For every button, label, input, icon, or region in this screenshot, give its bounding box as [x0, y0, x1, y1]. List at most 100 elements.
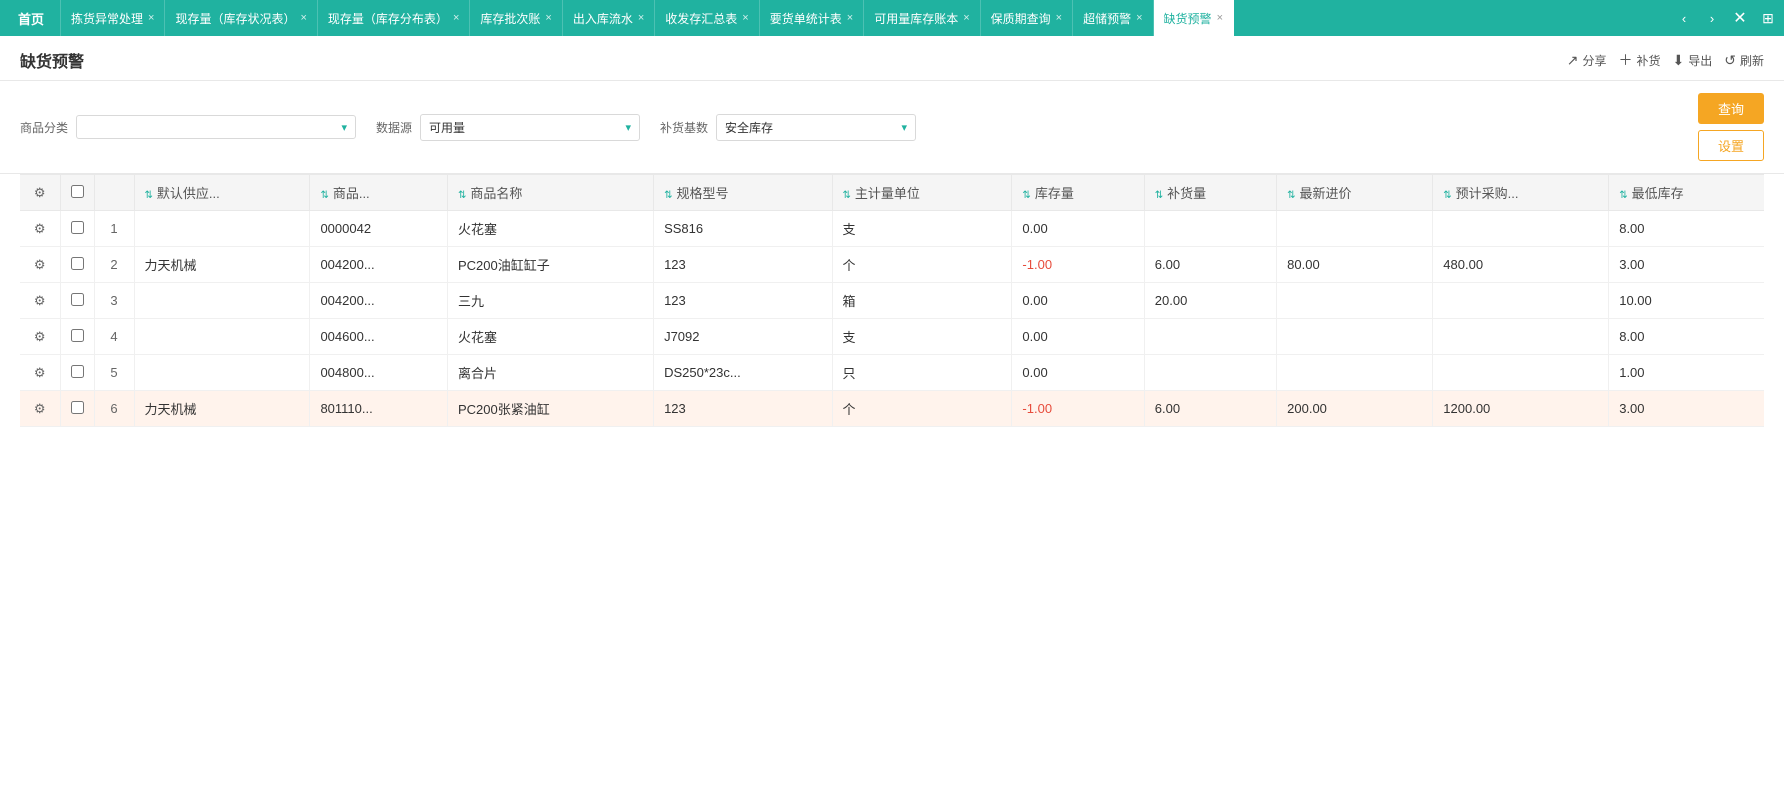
tab-overstock[interactable]: 超储预警 × — [1073, 0, 1153, 36]
row-checkbox[interactable] — [71, 401, 84, 414]
row-unit: 只 — [832, 355, 1012, 391]
query-button[interactable]: 查询 — [1698, 93, 1764, 124]
row-supplier: 力天机械 — [134, 391, 310, 427]
tab-abnormal[interactable]: 拣货异常处理 × — [61, 0, 165, 36]
tab-shortage[interactable]: 缺货预警 × — [1154, 0, 1234, 36]
filter-bar: 商品分类 ▾ 数据源 可用量 ▾ 补货基数 安全库存 ▾ 查询 设置 — [0, 81, 1784, 174]
th-latest-price: ⇅最新进价 — [1277, 175, 1433, 211]
row-spec: DS250*23c... — [654, 355, 832, 391]
tab-inventory-dist[interactable]: 现存量（库存分布表） × — [318, 0, 470, 36]
tab-inventory-status[interactable]: 现存量（库存状况表） × — [165, 0, 317, 36]
row-min-stock: 10.00 — [1609, 283, 1764, 319]
row-product-code: 0000042 — [310, 211, 448, 247]
category-filter-label: 商品分类 — [20, 119, 68, 136]
row-settings-icon[interactable]: ⚙ — [30, 329, 50, 345]
row-min-stock: 1.00 — [1609, 355, 1764, 391]
tab-close-expiry-query[interactable]: × — [1056, 12, 1062, 24]
row-supplier: 力天机械 — [134, 247, 310, 283]
tab-close-receipt-summary[interactable]: × — [742, 12, 748, 24]
row-checkbox[interactable] — [71, 221, 84, 234]
tab-close-available-ledger[interactable]: × — [963, 12, 969, 24]
row-unit: 个 — [832, 391, 1012, 427]
share-label: 分享 — [1582, 52, 1606, 69]
tab-next-btn[interactable]: › — [1698, 0, 1726, 36]
share-btn[interactable]: ↗ 分享 — [1567, 52, 1607, 69]
sort-icon-code: ⇅ — [320, 190, 328, 201]
th-checkbox — [60, 175, 94, 211]
tab-prev-btn[interactable]: ‹ — [1670, 0, 1698, 36]
row-index: 6 — [94, 391, 134, 427]
th-unit: ⇅主计量单位 — [832, 175, 1012, 211]
row-product-name: 离合片 — [447, 355, 653, 391]
sort-icon-spec: ⇅ — [664, 190, 672, 201]
row-checkbox[interactable] — [71, 257, 84, 270]
datasource-select[interactable]: 可用量 ▾ — [420, 114, 640, 141]
row-stock-qty: 0.00 — [1012, 211, 1144, 247]
tab-order-stats[interactable]: 要货单统计表 × — [760, 0, 864, 36]
settings-button[interactable]: 设置 — [1698, 130, 1764, 161]
tab-close-order-stats[interactable]: × — [847, 12, 853, 24]
row-checkbox[interactable] — [71, 329, 84, 342]
tab-close-others-btn[interactable]: ✕ — [1726, 0, 1754, 36]
tab-home[interactable]: 首页 — [2, 0, 61, 36]
row-supplier — [134, 283, 310, 319]
row-latest-price: 80.00 — [1277, 247, 1433, 283]
tab-close-inventory-dist[interactable]: × — [453, 12, 459, 24]
replenish-base-select[interactable]: 安全库存 ▾ — [716, 114, 916, 141]
th-product-code: ⇅商品... — [310, 175, 448, 211]
row-replenish-qty — [1144, 319, 1276, 355]
tab-close-overstock[interactable]: × — [1136, 12, 1142, 24]
row-settings-icon[interactable]: ⚙ — [30, 257, 50, 273]
table-row: ⚙2力天机械004200...PC200油缸缸子123个-1.006.0080.… — [20, 247, 1764, 283]
tab-receipt-summary[interactable]: 收发存汇总表 × — [655, 0, 759, 36]
tab-close-shortage[interactable]: × — [1217, 12, 1223, 24]
sort-icon-unit: ⇅ — [843, 190, 851, 201]
replenish-btn[interactable]: ＋ 补货 — [1618, 50, 1660, 70]
table-row: ⚙10000042火花塞SS816支0.008.00 — [20, 211, 1764, 247]
row-estimated-purchase — [1433, 319, 1609, 355]
row-settings-icon[interactable]: ⚙ — [30, 293, 50, 309]
tab-label-overstock: 超储预警 — [1083, 10, 1131, 27]
tab-label-available-ledger: 可用量库存账本 — [874, 10, 958, 27]
tab-close-all-btn[interactable]: ⊞ — [1754, 0, 1782, 36]
tab-close-inout-flow[interactable]: × — [638, 12, 644, 24]
row-unit: 箱 — [832, 283, 1012, 319]
row-checkbox[interactable] — [71, 365, 84, 378]
table-row: ⚙5004800...离合片DS250*23c...只0.001.00 — [20, 355, 1764, 391]
tab-expiry-query[interactable]: 保质期查询 × — [981, 0, 1073, 36]
sort-icon-stock: ⇅ — [1022, 190, 1030, 201]
select-all-checkbox[interactable] — [71, 185, 84, 198]
row-unit: 支 — [832, 319, 1012, 355]
row-replenish-qty: 6.00 — [1144, 391, 1276, 427]
row-product-code: 801110... — [310, 391, 448, 427]
table-header: ⚙ ⇅默认供应... ⇅商品... ⇅商品名称 ⇅规格型号 ⇅主计量单位 ⇅库存… — [20, 175, 1764, 211]
column-settings-icon[interactable]: ⚙ — [30, 185, 50, 201]
tab-batch-account[interactable]: 库存批次账 × — [470, 0, 562, 36]
row-latest-price — [1277, 355, 1433, 391]
refresh-label: 刷新 — [1740, 52, 1764, 69]
row-min-stock: 8.00 — [1609, 319, 1764, 355]
th-spec: ⇅规格型号 — [654, 175, 832, 211]
row-checkbox[interactable] — [71, 293, 84, 306]
row-settings-icon[interactable]: ⚙ — [30, 401, 50, 417]
tab-close-abnormal[interactable]: × — [148, 12, 154, 24]
tab-inout-flow[interactable]: 出入库流水 × — [563, 0, 655, 36]
row-spec: SS816 — [654, 211, 832, 247]
row-stock-qty: 0.00 — [1012, 355, 1144, 391]
row-replenish-qty — [1144, 355, 1276, 391]
row-settings-icon[interactable]: ⚙ — [30, 221, 50, 237]
sort-icon-replenish: ⇅ — [1155, 190, 1163, 201]
tab-available-ledger[interactable]: 可用量库存账本 × — [864, 0, 980, 36]
refresh-btn[interactable]: ↺ 刷新 — [1724, 52, 1764, 69]
row-settings-icon[interactable]: ⚙ — [30, 365, 50, 381]
tab-close-batch-account[interactable]: × — [545, 12, 551, 24]
th-replenish-qty: ⇅补货量 — [1144, 175, 1276, 211]
export-btn[interactable]: ⬇ 导出 — [1673, 52, 1713, 69]
row-latest-price — [1277, 211, 1433, 247]
sort-icon-purchase: ⇅ — [1443, 190, 1451, 201]
tab-close-inventory-status[interactable]: × — [300, 12, 306, 24]
category-select[interactable]: ▾ — [76, 115, 356, 139]
category-select-arrow-icon: ▾ — [341, 121, 347, 134]
row-estimated-purchase — [1433, 355, 1609, 391]
table-container: ⚙ ⇅默认供应... ⇅商品... ⇅商品名称 ⇅规格型号 ⇅主计量单位 ⇅库存… — [0, 174, 1784, 427]
